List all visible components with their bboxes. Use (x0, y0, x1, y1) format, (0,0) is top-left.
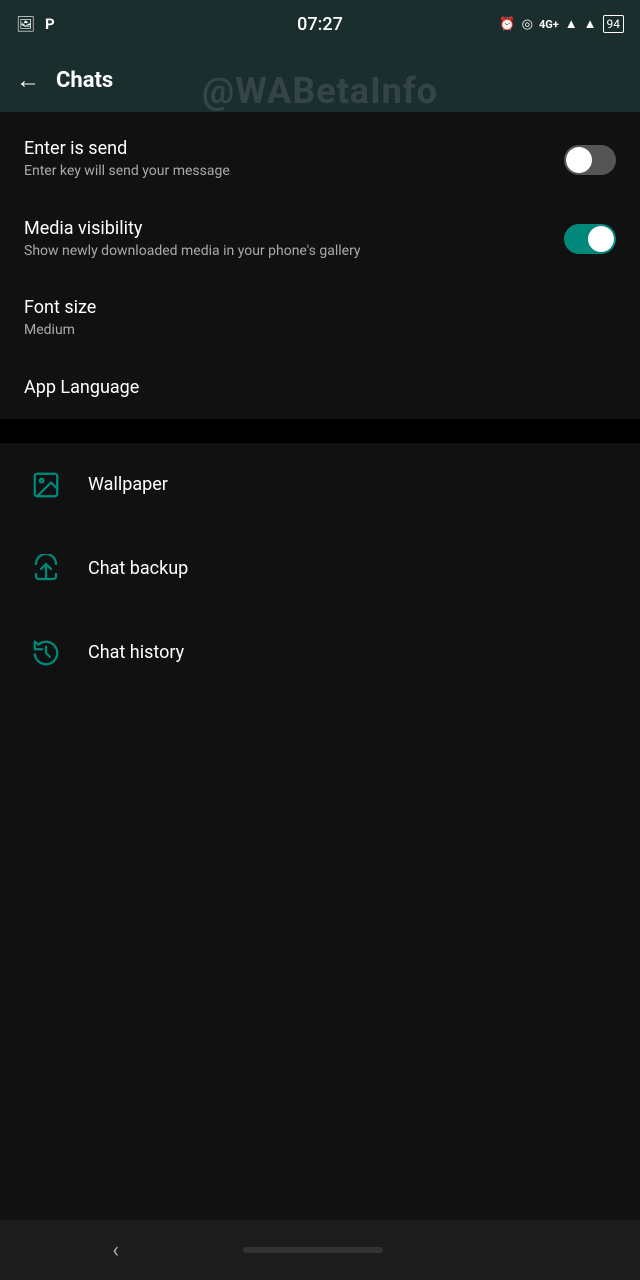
setting-font-size-value: Medium (24, 321, 616, 341)
home-indicator[interactable] (243, 1247, 383, 1253)
bottom-nav-bar: ‹ (0, 1220, 640, 1280)
back-nav-button[interactable]: ‹ (92, 1230, 139, 1271)
setting-font-size-text: Font size Medium (24, 297, 616, 341)
setting-media-visibility-title: Media visibility (24, 218, 564, 239)
chat-backup-label: Chat backup (88, 558, 188, 579)
back-button[interactable]: ← (16, 66, 40, 95)
setting-app-language[interactable]: App Language (0, 359, 640, 419)
location-icon: ◎ (522, 17, 533, 32)
section-divider (0, 419, 640, 443)
status-bar-left: 🖼 P (16, 15, 55, 33)
setting-media-visibility-text: Media visibility Show newly downloaded m… (24, 218, 564, 262)
setting-chat-history[interactable]: Chat history (0, 611, 640, 695)
setting-app-language-title: App Language (24, 377, 616, 398)
setting-enter-is-send-text: Enter is send Enter key will send your m… (24, 138, 564, 182)
chat-history-icon (24, 631, 68, 675)
setting-enter-is-send[interactable]: Enter is send Enter key will send your m… (0, 120, 640, 200)
wallpaper-icon (24, 463, 68, 507)
chat-history-label: Chat history (88, 642, 184, 663)
setting-enter-is-send-subtitle: Enter key will send your message (24, 162, 564, 182)
setting-enter-is-send-title: Enter is send (24, 138, 564, 159)
enter-is-send-toggle[interactable] (564, 145, 616, 175)
status-bar-right: ⏰ ◎ 4G+ ▲ ▲ 94 (499, 15, 624, 33)
wallpaper-label: Wallpaper (88, 474, 168, 495)
status-bar-time: 07:27 (297, 14, 343, 35)
toggle-thumb (566, 147, 592, 173)
spacer (0, 957, 640, 1220)
toolbar: ← Chats (0, 48, 640, 112)
alarm-icon: ⏰ (499, 17, 515, 32)
setting-font-size-title: Font size (24, 297, 616, 318)
wifi-icon: ▲ (584, 16, 597, 32)
settings-content: Enter is send Enter key will send your m… (0, 112, 640, 957)
setting-chat-backup[interactable]: Chat backup (0, 527, 640, 611)
setting-media-visibility[interactable]: Media visibility Show newly downloaded m… (0, 200, 640, 280)
toggle-thumb-2 (588, 226, 614, 252)
gallery-icon: 🖼 (16, 15, 35, 33)
status-bar: 🖼 P 07:27 ⏰ ◎ 4G+ ▲ ▲ 94 (0, 0, 640, 48)
setting-app-language-text: App Language (24, 377, 616, 401)
network-icon: 4G+ (539, 18, 559, 31)
setting-font-size[interactable]: Font size Medium (0, 279, 640, 359)
media-visibility-toggle[interactable] (564, 224, 616, 254)
p-icon: P (45, 15, 55, 33)
setting-media-visibility-subtitle: Show newly downloaded media in your phon… (24, 242, 564, 262)
signal-icon: ▲ (565, 16, 578, 32)
page-title: Chats (56, 68, 113, 93)
setting-wallpaper[interactable]: Wallpaper (0, 443, 640, 527)
chat-backup-icon (24, 547, 68, 591)
battery-icon: 94 (603, 15, 625, 33)
